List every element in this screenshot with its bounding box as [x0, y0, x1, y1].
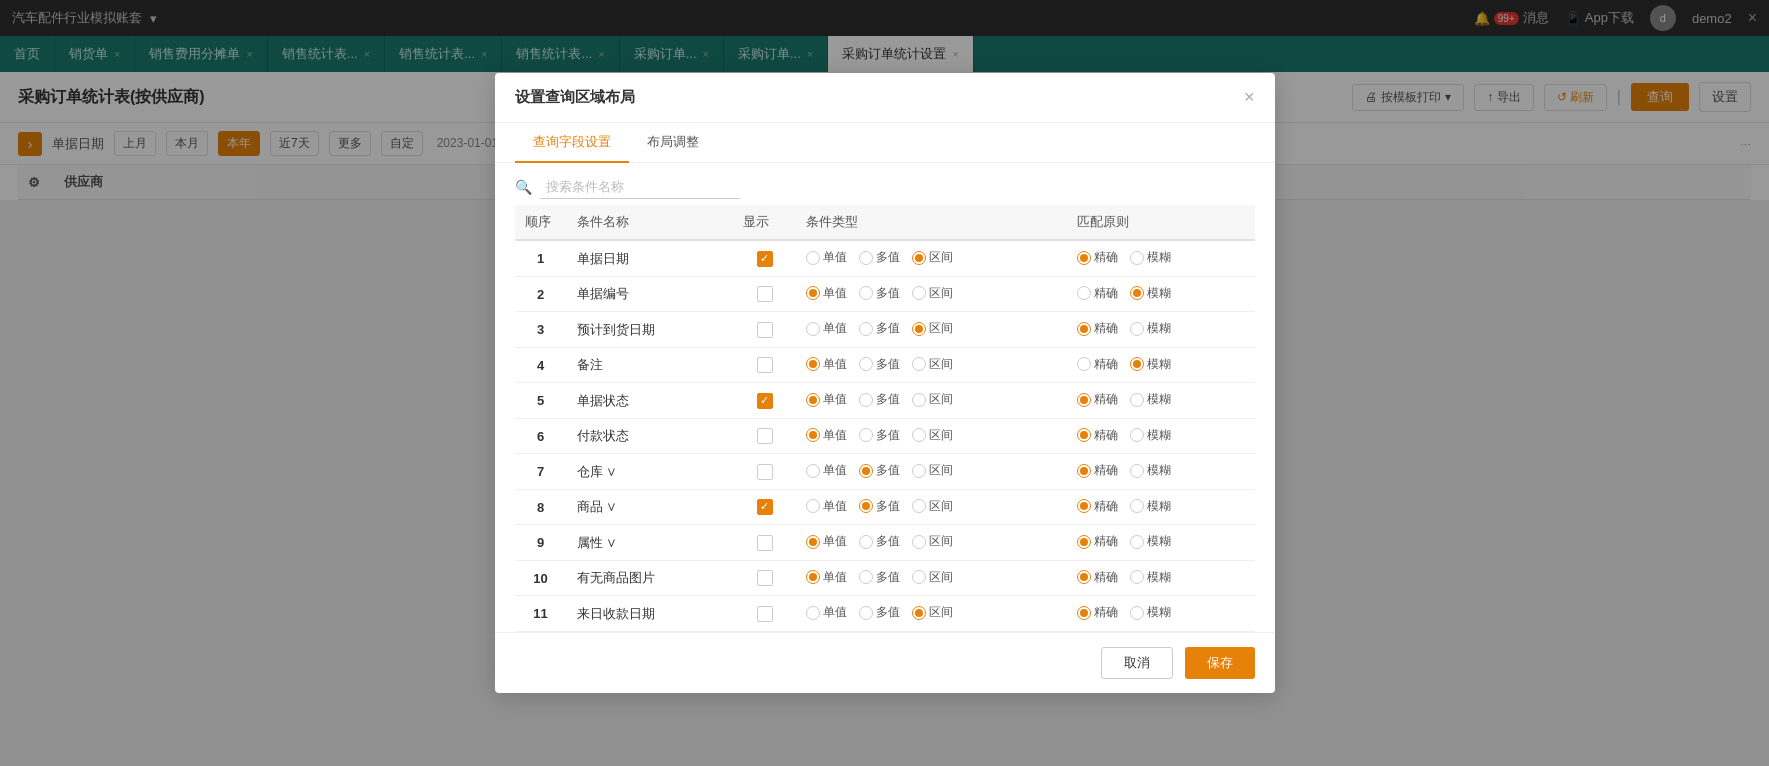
modal-close-button[interactable]: × — [1244, 87, 1255, 108]
modal-tab-query-label: 查询字段设置 — [533, 134, 611, 149]
modal-header: 设置查询区域布局 × — [495, 73, 1275, 123]
modal-tab-layout-label: 布局调整 — [647, 134, 699, 149]
modal-search-area: 🔍 — [495, 163, 1275, 200]
modal-tab-query-fields[interactable]: 查询字段设置 — [515, 123, 629, 163]
modal: 设置查询区域布局 × 查询字段设置 布局调整 🔍 顺序 条件名称 — [495, 73, 1275, 200]
modal-tabs: 查询字段设置 布局调整 — [495, 123, 1275, 163]
search-input[interactable] — [540, 175, 740, 199]
modal-overlay: 设置查询区域布局 × 查询字段设置 布局调整 🔍 顺序 条件名称 — [0, 0, 1769, 200]
search-icon: 🔍 — [515, 179, 532, 195]
modal-title: 设置查询区域布局 — [515, 88, 635, 107]
modal-tab-layout[interactable]: 布局调整 — [629, 123, 717, 163]
